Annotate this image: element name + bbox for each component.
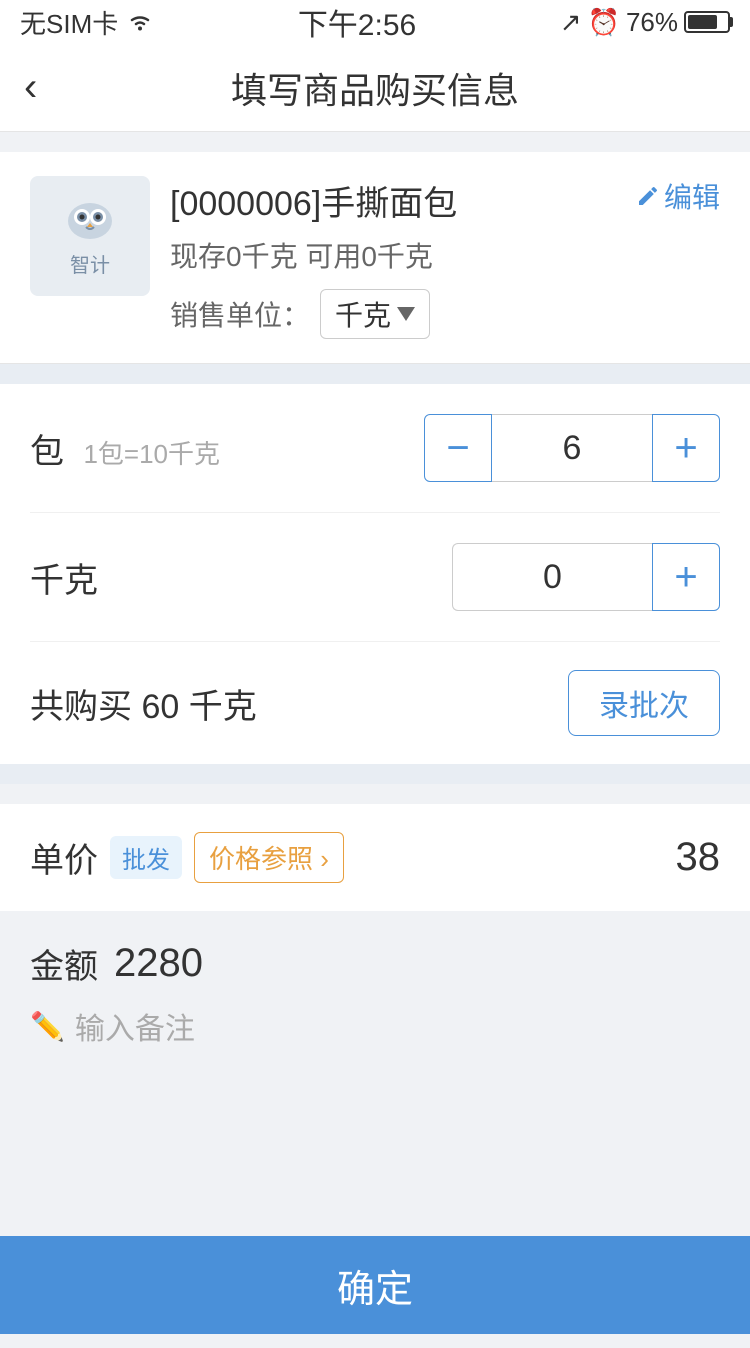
note-row[interactable]: ✏️ 输入备注 — [30, 1004, 720, 1048]
package-quantity-input[interactable] — [492, 414, 652, 482]
price-section: 单价 批发 价格参照 › 38 — [0, 804, 750, 911]
wifi-icon — [126, 12, 154, 32]
battery-icon — [684, 11, 730, 33]
product-name: [0000006]手撕面包 — [170, 176, 457, 225]
nav-bar: ‹ 填写商品购买信息 — [0, 44, 750, 132]
kilogram-quantity-input[interactable] — [452, 543, 652, 611]
pencil-icon: ✏️ — [30, 1010, 65, 1043]
product-card: 智计 [0000006]手撕面包 编辑 现存0千克 可用0千克 销售单位： 千克 — [0, 152, 750, 364]
amount-section: 金额 2280 ✏️ 输入备注 — [0, 911, 750, 1068]
divider-2 — [0, 764, 750, 784]
price-left: 单价 批发 价格参照 › — [30, 832, 344, 883]
total-row: 共购买 60 千克 录批次 — [0, 642, 750, 764]
amount-value: 2280 — [114, 941, 203, 986]
status-bar: 无SIM卡 下午2:56 ↗ ⏰ 76% — [0, 0, 750, 44]
total-label: 共购买 60 千克 — [30, 679, 257, 728]
note-input[interactable]: 输入备注 — [75, 1004, 195, 1048]
divider-1 — [0, 364, 750, 384]
price-ref-button[interactable]: 价格参照 › — [194, 832, 344, 883]
unit-select[interactable]: 千克 — [320, 289, 430, 339]
confirm-bar[interactable]: 确定 — [0, 1236, 750, 1334]
edit-button[interactable]: 编辑 — [636, 176, 720, 216]
price-tag: 批发 — [110, 836, 182, 879]
status-right: ↗ ⏰ 76% — [560, 7, 730, 38]
page-title: 填写商品购买信息 — [231, 62, 519, 114]
product-unit-row: 销售单位： 千克 — [170, 289, 720, 339]
amount-row: 金额 2280 — [30, 939, 720, 988]
edit-label[interactable]: 编辑 — [664, 176, 720, 216]
amount-label: 金额 — [30, 939, 98, 988]
status-left: 无SIM卡 — [20, 4, 154, 41]
batch-button[interactable]: 录批次 — [568, 670, 720, 736]
package-minus-button[interactable]: − — [424, 414, 492, 482]
price-row: 单价 批发 价格参照 › 38 — [30, 832, 720, 883]
kilogram-quantity-control: + — [452, 543, 720, 611]
status-time: 下午2:56 — [298, 0, 416, 44]
back-button[interactable]: ‹ — [24, 65, 37, 110]
package-plus-button[interactable]: + — [652, 414, 720, 482]
package-label: 包 1包=10千克 — [30, 424, 424, 473]
package-row: 包 1包=10千克 − + — [30, 384, 720, 513]
battery-percent: 76% — [626, 7, 678, 38]
confirm-button[interactable]: 确定 — [337, 1258, 413, 1313]
product-image: 智计 — [30, 176, 150, 296]
kilogram-plus-button[interactable]: + — [652, 543, 720, 611]
price-label: 单价 — [30, 833, 98, 882]
kilogram-row: 千克 + — [30, 513, 720, 642]
input-section: 包 1包=10千克 − + 千克 + — [0, 384, 750, 642]
package-quantity-control: − + — [424, 414, 720, 482]
kilogram-label: 千克 — [30, 553, 452, 602]
product-info: [0000006]手撕面包 编辑 现存0千克 可用0千克 销售单位： 千克 — [170, 176, 720, 339]
product-stock: 现存0千克 可用0千克 — [170, 235, 720, 275]
carrier-text: 无SIM卡 — [20, 4, 118, 41]
location-icon: ↗ — [560, 7, 582, 38]
unit-label: 销售单位： — [170, 294, 310, 334]
package-hint: 1包=10千克 — [83, 439, 220, 469]
alarm-icon: ⏰ — [588, 7, 620, 38]
price-value: 38 — [676, 835, 721, 880]
